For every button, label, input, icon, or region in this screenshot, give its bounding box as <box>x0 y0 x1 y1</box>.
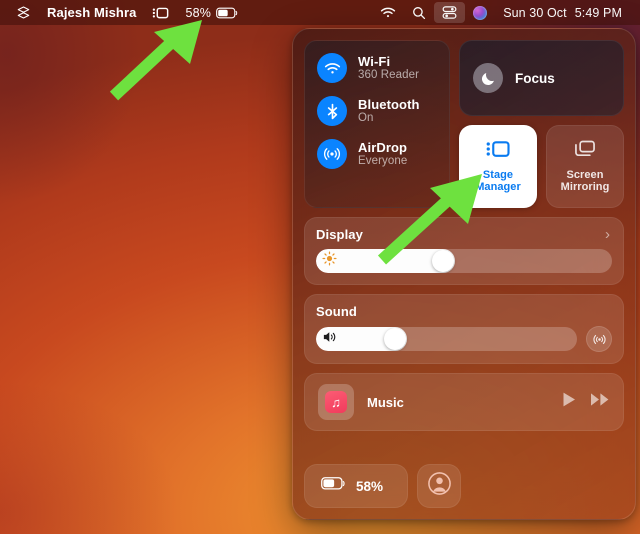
menu-bar-left: Rajesh Mishra 58% <box>0 2 246 23</box>
menubar-control-center-icon[interactable] <box>434 2 466 23</box>
focus-label: Focus <box>515 70 555 86</box>
music-artwork: ♫ <box>318 384 354 420</box>
display-slider-knob[interactable] <box>432 250 455 272</box>
battery-icon <box>321 477 346 495</box>
control-center-panel: Wi-Fi 360 Reader Bluetooth On AirDrop Ev… <box>292 28 636 520</box>
stage-manager-tile[interactable]: Stage Manager <box>459 125 537 208</box>
search-icon <box>412 6 426 20</box>
user-account-icon <box>427 471 452 501</box>
screen-mirroring-tile[interactable]: Screen Mirroring <box>546 125 624 208</box>
menubar-app-icon[interactable] <box>8 2 39 23</box>
menubar-date: Sun 30 Oct <box>503 5 567 20</box>
menubar-app-title-item[interactable]: Rajesh Mishra <box>39 2 144 23</box>
connectivity-tile: Wi-Fi 360 Reader Bluetooth On AirDrop Ev… <box>304 40 450 208</box>
airplay-audio-icon[interactable] <box>586 326 612 352</box>
control-center-bottom-row: 58% <box>304 464 624 508</box>
wifi-row[interactable]: Wi-Fi 360 Reader <box>305 53 449 83</box>
stage-manager-icon <box>485 139 511 164</box>
menu-bar-right: Sun 30 Oct 5:49 PM <box>372 2 640 23</box>
bluetooth-icon <box>317 96 347 126</box>
battery-icon <box>216 7 238 19</box>
menubar-time-item[interactable]: 5:49 PM <box>575 2 630 23</box>
bluetooth-status: On <box>358 111 374 124</box>
wifi-text: Wi-Fi 360 Reader <box>358 54 419 83</box>
menubar-time: 5:49 PM <box>574 5 622 20</box>
user-account-button[interactable] <box>417 464 461 508</box>
battery-status-button[interactable]: 58% <box>304 464 408 508</box>
screen-mirroring-label: Screen Mirroring <box>560 169 610 194</box>
wifi-status: 360 Reader <box>358 68 420 81</box>
fast-forward-icon[interactable] <box>590 392 610 412</box>
siri-icon <box>473 5 488 20</box>
play-icon[interactable] <box>561 391 577 413</box>
airdrop-status: Everyone <box>358 154 408 167</box>
display-header[interactable]: Display › <box>316 227 612 242</box>
menubar-search-icon[interactable] <box>404 2 434 23</box>
battery-percent: 58% <box>356 478 384 494</box>
speaker-icon <box>322 330 338 349</box>
menubar-app-title: Rajesh Mishra <box>47 5 137 20</box>
bluetooth-label: Bluetooth <box>358 96 420 112</box>
menu-bar: Rajesh Mishra 58% Sun 30 Oct 5:49 PM <box>0 0 640 25</box>
moon-icon <box>473 63 503 93</box>
display-title: Display <box>316 227 363 242</box>
music-note-glyph: ♫ <box>331 394 341 410</box>
chevron-right-icon[interactable]: › <box>605 227 612 242</box>
airdrop-row[interactable]: AirDrop Everyone <box>305 139 449 169</box>
airdrop-text: AirDrop Everyone <box>358 140 407 169</box>
focus-tile[interactable]: Focus <box>459 40 624 116</box>
menubar-datetime[interactable]: Sun 30 Oct <box>495 2 575 23</box>
control-center-icon <box>442 5 457 20</box>
stage-manager-icon <box>152 6 169 20</box>
sound-volume-slider[interactable] <box>316 327 577 351</box>
menubar-battery-item[interactable]: 58% <box>177 2 246 23</box>
wifi-icon <box>380 6 396 19</box>
control-center-top-grid: Wi-Fi 360 Reader Bluetooth On AirDrop Ev… <box>304 40 624 208</box>
sound-title: Sound <box>316 304 357 319</box>
display-brightness-slider[interactable] <box>316 249 612 273</box>
sound-card: Sound <box>304 294 624 364</box>
bluetooth-row[interactable]: Bluetooth On <box>305 96 449 126</box>
music-controls <box>561 391 610 413</box>
display-card: Display › <box>304 217 624 285</box>
menubar-siri-icon[interactable] <box>465 2 495 23</box>
menubar-stage-manager-icon[interactable] <box>144 2 177 23</box>
menubar-wifi-icon[interactable] <box>372 2 404 23</box>
bluetooth-text: Bluetooth On <box>358 97 420 126</box>
wifi-label: Wi-Fi <box>358 53 391 69</box>
brightness-icon <box>322 251 337 271</box>
control-center-toggle-row: Stage Manager Screen Mirroring <box>459 125 624 208</box>
airdrop-icon <box>317 139 347 169</box>
screen-mirroring-icon <box>573 139 597 164</box>
control-center-right-column: Focus Stage Manager Screen Mirroring <box>459 40 624 208</box>
stage-manager-label: Stage Manager <box>475 169 521 194</box>
sound-slider-wrap <box>316 326 612 352</box>
apple-music-icon: ♫ <box>325 391 347 413</box>
wifi-icon <box>317 53 347 83</box>
layers-icon <box>16 5 31 20</box>
music-app-name: Music <box>367 394 404 410</box>
airdrop-label: AirDrop <box>358 139 408 155</box>
display-slider-wrap <box>316 249 612 273</box>
menubar-battery-percent: 58% <box>185 5 212 20</box>
music-widget[interactable]: ♫ Music <box>304 373 624 431</box>
sound-header: Sound <box>316 304 612 319</box>
